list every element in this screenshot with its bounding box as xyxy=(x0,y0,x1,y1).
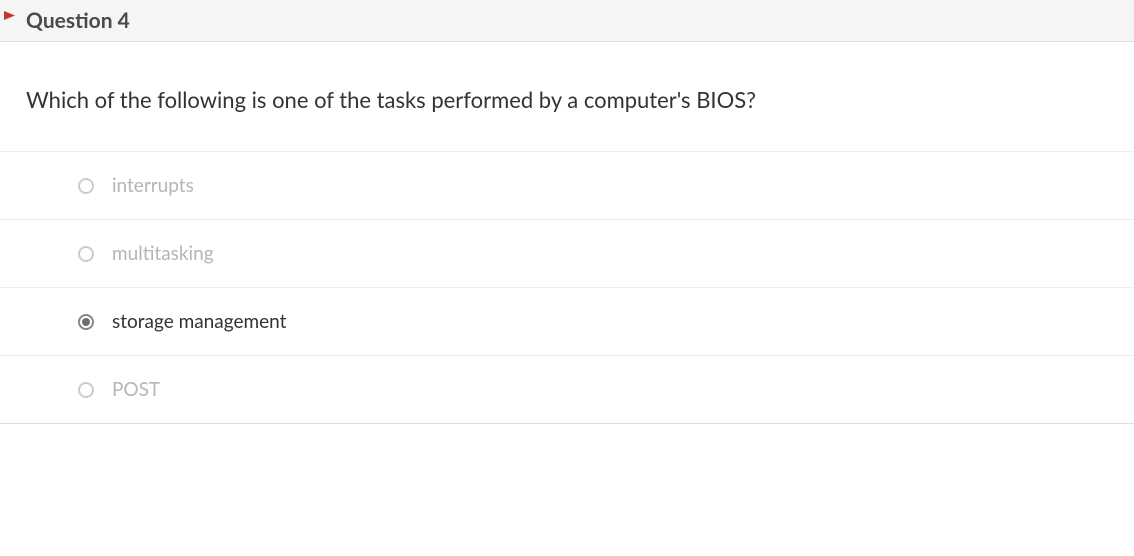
option-row[interactable]: interrupts xyxy=(0,152,1134,220)
question-title: Question 4 xyxy=(26,8,130,33)
radio-icon[interactable] xyxy=(78,314,94,330)
question-text: Which of the following is one of the tas… xyxy=(0,86,1134,113)
option-row[interactable]: storage management xyxy=(0,288,1134,356)
option-label: multitasking xyxy=(112,242,214,265)
option-row[interactable]: multitasking xyxy=(0,220,1134,288)
option-label: interrupts xyxy=(112,174,194,197)
option-label: POST xyxy=(112,378,160,401)
option-label: storage management xyxy=(112,310,286,333)
radio-icon[interactable] xyxy=(78,178,94,194)
options-list: interrupts multitasking storage manageme… xyxy=(0,151,1134,424)
radio-icon[interactable] xyxy=(78,246,94,262)
option-row[interactable]: POST xyxy=(0,356,1134,423)
flag-icon[interactable] xyxy=(2,10,20,32)
radio-icon[interactable] xyxy=(78,382,94,398)
question-header: Question 4 xyxy=(0,0,1134,42)
question-body: Which of the following is one of the tas… xyxy=(0,42,1134,424)
